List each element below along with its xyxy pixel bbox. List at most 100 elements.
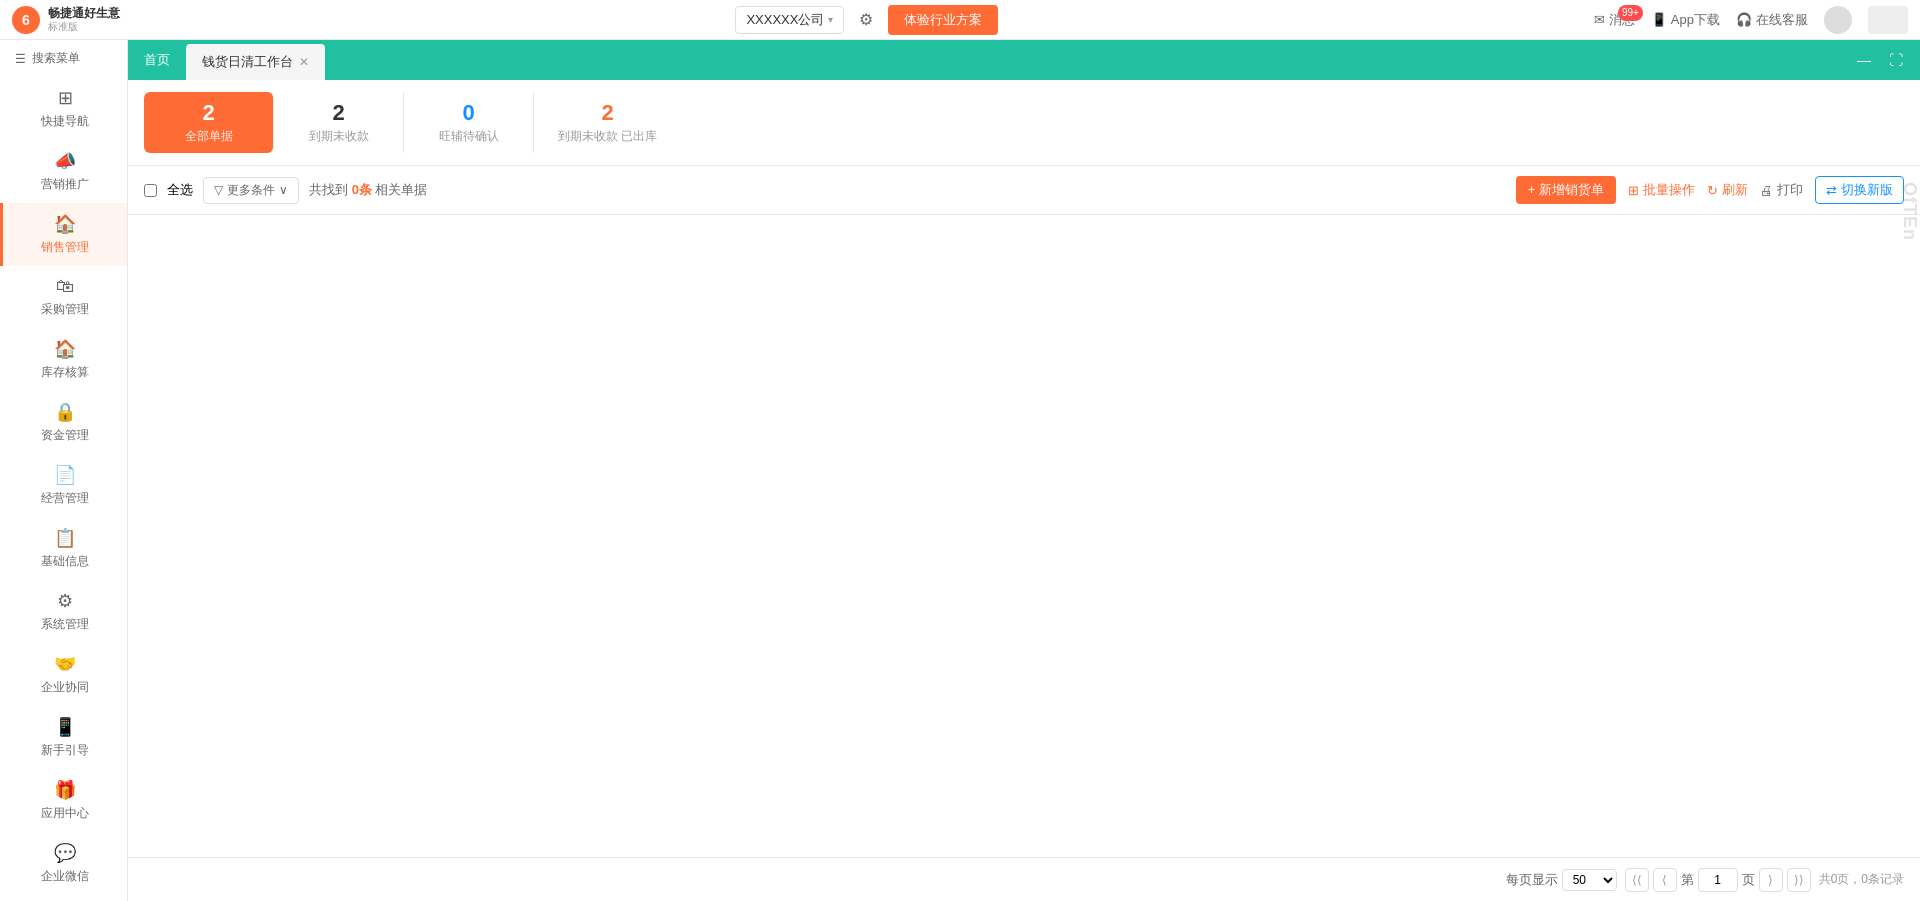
page-label: 第	[1681, 871, 1694, 889]
page-suffix: 页	[1742, 871, 1755, 889]
tab-actions: — ⛶	[1852, 48, 1920, 72]
stat-overdue-shipped-label: 到期未收款 已出库	[558, 128, 657, 145]
purchase-icon: 🛍	[56, 276, 74, 297]
search-icon: ☰	[15, 52, 26, 66]
stat-all[interactable]: 2 全部单据	[144, 92, 274, 153]
found-prefix: 共找到	[309, 182, 348, 197]
tab-home[interactable]: 首页	[128, 40, 186, 80]
message-button[interactable]: ✉ 消息 99+	[1594, 11, 1635, 29]
page-navigation: ⟨⟨ ⟨ 第 页 ⟩ ⟩⟩	[1625, 868, 1811, 892]
sidebar-item-enterprise[interactable]: 🤝 企业协同	[0, 643, 127, 706]
settings-button[interactable]: ⚙	[852, 6, 880, 34]
service-icon: 🎧	[1736, 12, 1752, 27]
sidebar-item-wechat[interactable]: 💬 企业微信	[0, 832, 127, 895]
tab-cashflow-label: 钱货日清工作台	[202, 53, 293, 71]
app-download-label: App下载	[1671, 11, 1720, 29]
toolbar-right: + 新增销货单 ⊞ 批量操作 ↻ 刷新 🖨 打印 ⇄	[1516, 176, 1904, 204]
stat-overdue-label: 到期未收款	[309, 128, 369, 145]
sales-icon: 🏠	[54, 213, 76, 235]
switch-version-button[interactable]: ⇄ 切换新版	[1815, 176, 1904, 204]
switch-label: 切换新版	[1841, 181, 1893, 199]
sidebar-item-label: 资金管理	[41, 427, 89, 444]
sidebar-item-label: 基础信息	[41, 553, 89, 570]
sidebar-item-finance[interactable]: 🔒 资金管理	[0, 391, 127, 454]
sidebar-item-label: 经营管理	[41, 490, 89, 507]
app-download-button[interactable]: 📱 App下载	[1651, 11, 1720, 29]
select-all-checkbox[interactable]	[144, 184, 157, 197]
sidebar-item-member[interactable]: V 畅会员	[0, 895, 127, 901]
stat-pending-label: 旺辅待确认	[439, 128, 499, 145]
sidebar-item-inventory[interactable]: 🏠 库存核算	[0, 328, 127, 391]
refresh-button[interactable]: ↻ 刷新	[1707, 181, 1748, 199]
sidebar-item-quick-nav[interactable]: ⊞ 快捷导航	[0, 77, 127, 140]
stat-pending[interactable]: 0 旺辅待确认	[404, 92, 534, 153]
sidebar-item-label: 快捷导航	[41, 113, 89, 130]
toolbar-left: 全选 ▽ 更多条件 ∨ 共找到 0条 相关单据	[144, 177, 1504, 204]
sidebar-item-purchase[interactable]: 🛍 采购管理	[0, 266, 127, 328]
page-content: 2 全部单据 2 到期未收款 0 旺辅待确认 2 到期未收款 已出库	[128, 80, 1920, 901]
select-all-label: 全选	[167, 181, 193, 199]
print-icon: 🖨	[1760, 183, 1773, 198]
sidebar-item-sales[interactable]: 🏠 销售管理	[0, 203, 127, 266]
sidebar-search-label: 搜索菜单	[32, 50, 80, 67]
tab-cashflow[interactable]: 钱货日清工作台 ✕	[186, 44, 325, 80]
tab-minimize-button[interactable]: —	[1852, 48, 1876, 72]
sidebar-item-label: 库存核算	[41, 364, 89, 381]
page-number-input[interactable]	[1698, 868, 1738, 892]
stat-overdue-shipped[interactable]: 2 到期未收款 已出库	[534, 92, 681, 153]
app-name: 畅捷通好生意	[48, 6, 120, 20]
tab-bar: 首页 钱货日清工作台 ✕ — ⛶	[128, 40, 1920, 80]
refresh-label: 刷新	[1722, 181, 1748, 199]
sidebar-item-app-center[interactable]: 🎁 应用中心	[0, 769, 127, 832]
pagination: 每页显示 50 100 200 ⟨⟨ ⟨ 第 页 ⟩ ⟩⟩ 共0页，0条	[128, 857, 1920, 901]
sidebar: ☰ 搜索菜单 ⊞ 快捷导航 📣 营销推广 🏠 销售管理 🛍 采购管理 🏠 库存核…	[0, 40, 128, 901]
online-service-button[interactable]: 🎧 在线客服	[1736, 11, 1808, 29]
filter-button[interactable]: ▽ 更多条件 ∨	[203, 177, 299, 204]
tab-home-label: 首页	[144, 51, 170, 69]
filter-label: 更多条件	[227, 182, 275, 199]
tab-maximize-button[interactable]: ⛶	[1884, 48, 1908, 72]
sidebar-item-label: 系统管理	[41, 616, 89, 633]
header-center: XXXXXX公司 ▾ ⚙ 体验行业方案	[735, 5, 998, 35]
trial-button[interactable]: 体验行业方案	[888, 5, 998, 35]
top-header: 6 畅捷通好生意 标准版 XXXXXX公司 ▾ ⚙ 体验行业方案 ✉ 消息 99…	[0, 0, 1920, 40]
sidebar-item-guide[interactable]: 📱 新手引导	[0, 706, 127, 769]
next-page-button[interactable]: ⟩	[1759, 868, 1783, 892]
sidebar-item-label: 采购管理	[41, 301, 89, 318]
sidebar-item-system[interactable]: ⚙ 系统管理	[0, 580, 127, 643]
stats-row: 2 全部单据 2 到期未收款 0 旺辅待确认 2 到期未收款 已出库	[128, 80, 1920, 166]
sidebar-item-label: 新手引导	[41, 742, 89, 759]
sidebar-item-marketing[interactable]: 📣 营销推广	[0, 140, 127, 203]
operation-icon: 📄	[54, 464, 76, 486]
page-size-selector: 每页显示 50 100 200	[1506, 869, 1617, 891]
sidebar-item-label: 销售管理	[41, 239, 89, 256]
found-text: 共找到 0条 相关单据	[309, 181, 427, 199]
page-size-select-input[interactable]: 50 100 200	[1562, 869, 1617, 891]
message-icon: ✉	[1594, 12, 1605, 27]
batch-label: 批量操作	[1643, 181, 1695, 199]
sidebar-item-label: 营销推广	[41, 176, 89, 193]
sidebar-item-operation[interactable]: 📄 经营管理	[0, 454, 127, 517]
tab-close-icon[interactable]: ✕	[299, 55, 309, 69]
app-logo-icon: 6	[12, 6, 40, 34]
add-sale-button[interactable]: + 新增销货单	[1516, 176, 1616, 204]
sidebar-item-basic-info[interactable]: 📋 基础信息	[0, 517, 127, 580]
user-name[interactable]	[1868, 6, 1908, 34]
company-selector[interactable]: XXXXXX公司 ▾	[735, 6, 844, 34]
batch-operation-button[interactable]: ⊞ 批量操作	[1628, 181, 1695, 199]
sidebar-search[interactable]: ☰ 搜索菜单	[0, 40, 127, 77]
company-name: XXXXXX公司	[746, 11, 824, 29]
avatar[interactable]	[1824, 6, 1852, 34]
first-page-button[interactable]: ⟨⟨	[1625, 868, 1649, 892]
wechat-icon: 💬	[54, 842, 76, 864]
app-center-icon: 🎁	[54, 779, 76, 801]
stat-overdue[interactable]: 2 到期未收款	[274, 92, 404, 153]
grid-icon: ⊞	[58, 87, 73, 109]
prev-page-button[interactable]: ⟨	[1653, 868, 1677, 892]
app-version: 标准版	[48, 21, 120, 33]
main-layout: ☰ 搜索菜单 ⊞ 快捷导航 📣 营销推广 🏠 销售管理 🛍 采购管理 🏠 库存核…	[0, 40, 1920, 901]
last-page-button[interactable]: ⟩⟩	[1787, 868, 1811, 892]
batch-icon: ⊞	[1628, 183, 1639, 198]
print-button[interactable]: 🖨 打印	[1760, 181, 1803, 199]
logo-area: 6 畅捷通好生意 标准版	[12, 6, 140, 34]
